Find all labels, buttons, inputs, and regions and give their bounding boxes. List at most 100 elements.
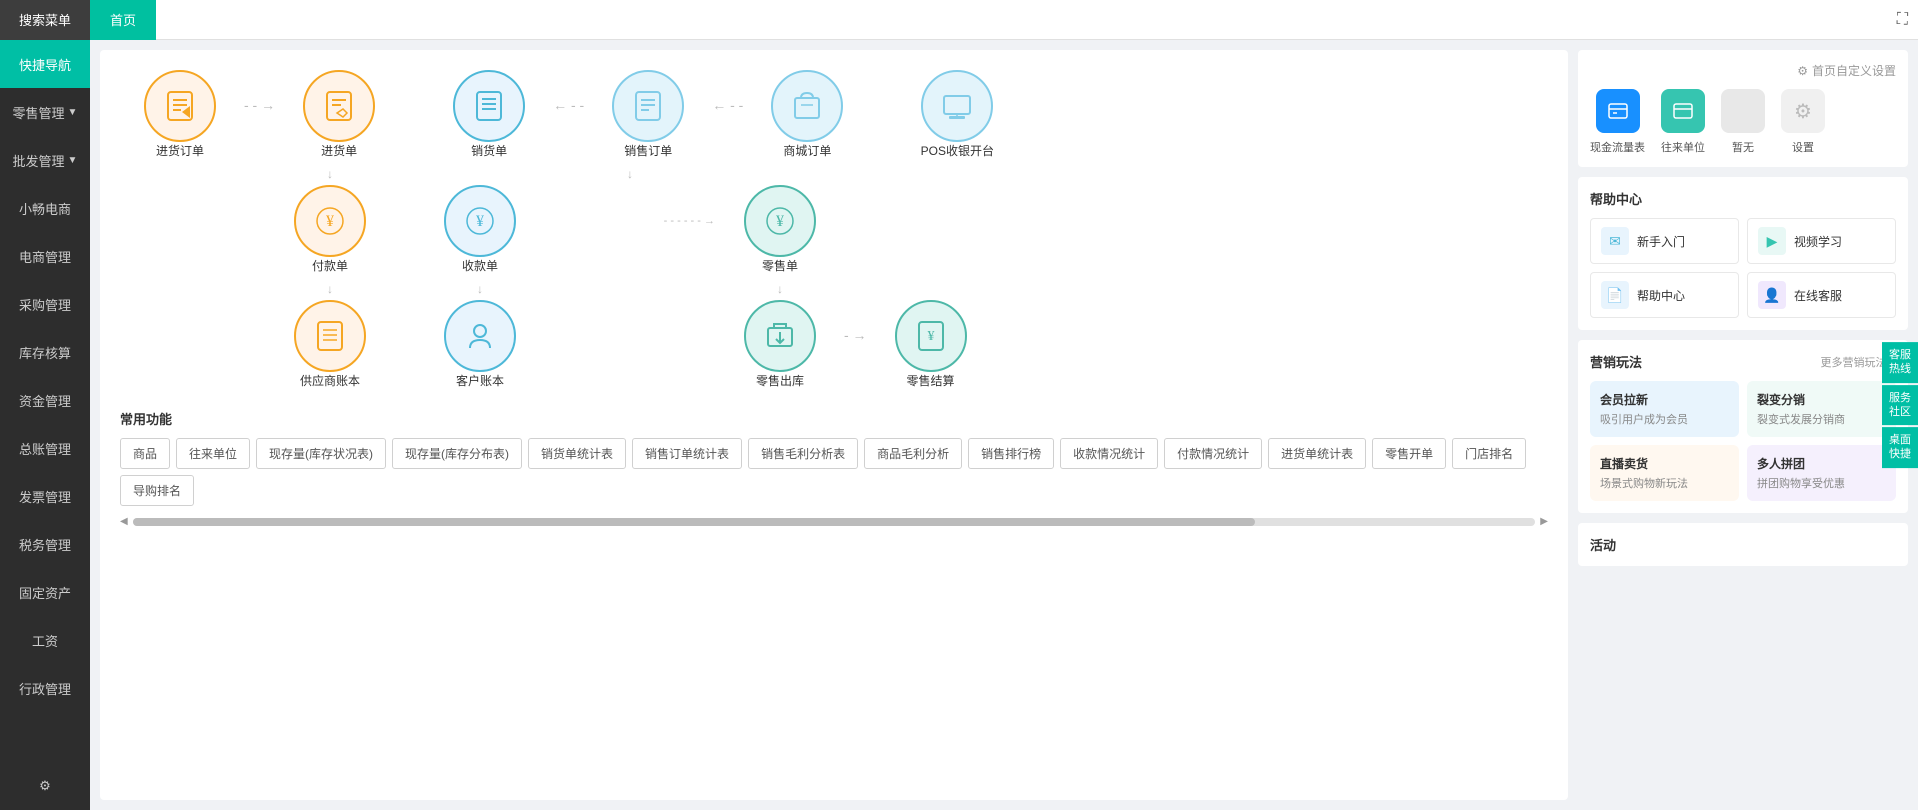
marketing-live[interactable]: 直播卖货 场景式购物新玩法: [1590, 445, 1739, 501]
help-video[interactable]: ▶ 视频学习: [1747, 218, 1896, 264]
help-online[interactable]: 👤 在线客服: [1747, 272, 1896, 318]
help-section: 帮助中心 ✉ 新手入门 ▶ 视频学习 📄 帮助中心 👤: [1578, 177, 1908, 330]
func-mendianpaihang[interactable]: 门店排名: [1452, 438, 1526, 469]
right-panel: ⚙ 首页自定义设置 现金流量表 往来单位: [1578, 50, 1908, 800]
search-menu[interactable]: 搜索菜单: [0, 0, 90, 40]
node-lingji[interactable]: - - - - - - → ¥ 零售单: [720, 185, 840, 274]
arrow-pos-to-lingji: - - - - - - →: [605, 215, 715, 227]
sidebar-item-wholesale[interactable]: 批发管理 ▼: [0, 136, 90, 184]
common-functions-grid: 商品 往来单位 现存量(库存状况表) 现存量(库存分布表) 销货单统计表 销售订…: [120, 438, 1548, 506]
sidebar-item-finance[interactable]: 资金管理: [0, 376, 90, 424]
quick-access-section: ⚙ 首页自定义设置 现金流量表 往来单位: [1578, 50, 1908, 167]
beginner-icon: ✉: [1601, 227, 1629, 255]
qa-setting[interactable]: ⚙ 首页自定义设置: [1797, 62, 1896, 79]
v-arrow-4: ↓: [270, 282, 390, 296]
video-icon: ▶: [1758, 227, 1786, 255]
svg-text:¥: ¥: [776, 213, 784, 230]
svg-text:¥: ¥: [476, 213, 484, 230]
marketing-group[interactable]: 多人拼团 拼团购物享受优惠: [1747, 445, 1896, 501]
help-center[interactable]: 📄 帮助中心: [1590, 272, 1739, 318]
node-fukuan[interactable]: ¥ 付款单: [270, 185, 390, 274]
func-wanglaidanwei[interactable]: 往来单位: [176, 438, 250, 469]
help-beginner[interactable]: ✉ 新手入门: [1590, 218, 1739, 264]
sidebar-item-purchase[interactable]: 采购管理: [0, 280, 90, 328]
arrow-left-2: ← - -: [708, 97, 747, 133]
online-icon: 👤: [1758, 281, 1786, 309]
helpcenter-icon: 📄: [1601, 281, 1629, 309]
marketing-title: 营销玩法: [1590, 352, 1642, 371]
func-xiaoshoutongji[interactable]: 销售订单统计表: [632, 438, 742, 469]
sidebar-item-retail[interactable]: 零售管理 ▼: [0, 88, 90, 136]
float-community[interactable]: 服务社区: [1882, 385, 1918, 426]
qa-item-settings[interactable]: ⚙ 设置: [1781, 89, 1825, 155]
sidebar-item-ecom[interactable]: 电商管理: [0, 232, 90, 280]
func-jinhuotongji[interactable]: 进货单统计表: [1268, 438, 1366, 469]
func-xiaoshoupaihang[interactable]: 销售排行榜: [968, 438, 1054, 469]
scroll-right[interactable]: ▶: [1540, 516, 1548, 527]
partner-icon: [1661, 89, 1705, 133]
sidebar-item-inventory[interactable]: 库存核算: [0, 328, 90, 376]
func-lingjikaidan[interactable]: 零售开单: [1372, 438, 1446, 469]
func-xiancunliang1[interactable]: 现存量(库存状况表): [256, 438, 386, 469]
fullscreen-button[interactable]: ⛶: [1897, 11, 1908, 29]
scroll-track[interactable]: [133, 518, 1536, 526]
func-xiaomaoli[interactable]: 销售毛利分析表: [748, 438, 858, 469]
tab-home[interactable]: 首页: [90, 0, 156, 40]
scroll-thumb: [133, 518, 1255, 526]
sidebar-item-asset[interactable]: 固定资产: [0, 568, 90, 616]
common-functions-title: 常用功能: [120, 409, 1548, 428]
cashflow-icon: [1596, 89, 1640, 133]
gear-icon: ⚙: [1797, 64, 1808, 78]
node-xiaohuodan[interactable]: 销货单: [429, 70, 549, 159]
sidebar-settings[interactable]: ⚙: [0, 762, 90, 810]
svg-text:¥: ¥: [927, 329, 934, 344]
v-arrow-6: ↓: [720, 282, 840, 296]
sidebar: 快捷导航 零售管理 ▼ 批发管理 ▼ 小畅电商 电商管理 采购管理 库存核算 资…: [0, 40, 90, 810]
qa-item-empty[interactable]: 暂无: [1721, 89, 1765, 155]
func-xiancunliang2[interactable]: 现存量(库存分布表): [392, 438, 522, 469]
node-kehu[interactable]: 客户账本: [420, 300, 540, 389]
sidebar-item-ledger[interactable]: 总账管理: [0, 424, 90, 472]
v-arrow-5: ↓: [420, 282, 540, 296]
node-gongyingshang[interactable]: 供应商账本: [270, 300, 390, 389]
node-jinhuodingdan[interactable]: 进货订单: [120, 70, 240, 159]
node-shoukuan[interactable]: ¥ 收款单: [420, 185, 540, 274]
func-xiaohuotongji[interactable]: 销货单统计表: [528, 438, 626, 469]
func-shangpin[interactable]: 商品: [120, 438, 170, 469]
sidebar-item-tax[interactable]: 税务管理: [0, 520, 90, 568]
float-customer-service[interactable]: 客服热线: [1882, 342, 1918, 383]
node-shangcheng[interactable]: 商城订单: [747, 70, 867, 159]
marketing-member[interactable]: 会员拉新 吸引用户成为会员: [1590, 381, 1739, 437]
func-shoukuantongji[interactable]: 收款情况统计: [1060, 438, 1158, 469]
node-lingjiresult[interactable]: ¥ 零售结算: [871, 300, 991, 389]
right-float-buttons: 客服热线 服务社区 桌面快捷: [1882, 342, 1918, 468]
arrow-left-1: ← - -: [549, 97, 588, 133]
sidebar-item-invoice[interactable]: 发票管理: [0, 472, 90, 520]
v-arrow-3: [720, 167, 840, 181]
node-jinhuodan[interactable]: 进货单: [279, 70, 399, 159]
arrow-right-1: - - →: [240, 97, 279, 133]
scrollbar-row: ◀ ▶: [120, 516, 1548, 527]
v-arrow-1: ↓: [270, 167, 390, 181]
activity-section: 活动: [1578, 523, 1908, 566]
node-pos[interactable]: POS收银开台: [897, 70, 1017, 159]
node-lingjichuku[interactable]: 零售出库: [720, 300, 840, 389]
v-arrow-2: ↓: [570, 167, 690, 181]
scroll-left[interactable]: ◀: [120, 516, 128, 527]
svg-text:¥: ¥: [326, 213, 334, 230]
func-fukuantongji[interactable]: 付款情况统计: [1164, 438, 1262, 469]
marketing-section: 营销玩法 更多营销玩法 > 会员拉新 吸引用户成为会员 裂变分销 裂变式发展分销…: [1578, 340, 1908, 513]
qa-item-partner[interactable]: 往来单位: [1661, 89, 1705, 155]
activity-title: 活动: [1590, 535, 1896, 554]
qa-item-cashflow[interactable]: 现金流量表: [1590, 89, 1645, 155]
float-desktop[interactable]: 桌面快捷: [1882, 427, 1918, 468]
sidebar-item-salary[interactable]: 工资: [0, 616, 90, 664]
node-xiaoshoudingdan[interactable]: 销售订单: [588, 70, 708, 159]
settings-icon: ⚙: [1781, 89, 1825, 133]
sidebar-item-quicknav[interactable]: 快捷导航: [0, 40, 90, 88]
sidebar-item-ecom-small[interactable]: 小畅电商: [0, 184, 90, 232]
func-daogoupaihang[interactable]: 导购排名: [120, 475, 194, 506]
sidebar-item-admin[interactable]: 行政管理: [0, 664, 90, 712]
func-shangpinmaoli[interactable]: 商品毛利分析: [864, 438, 962, 469]
marketing-split[interactable]: 裂变分销 裂变式发展分销商: [1747, 381, 1896, 437]
